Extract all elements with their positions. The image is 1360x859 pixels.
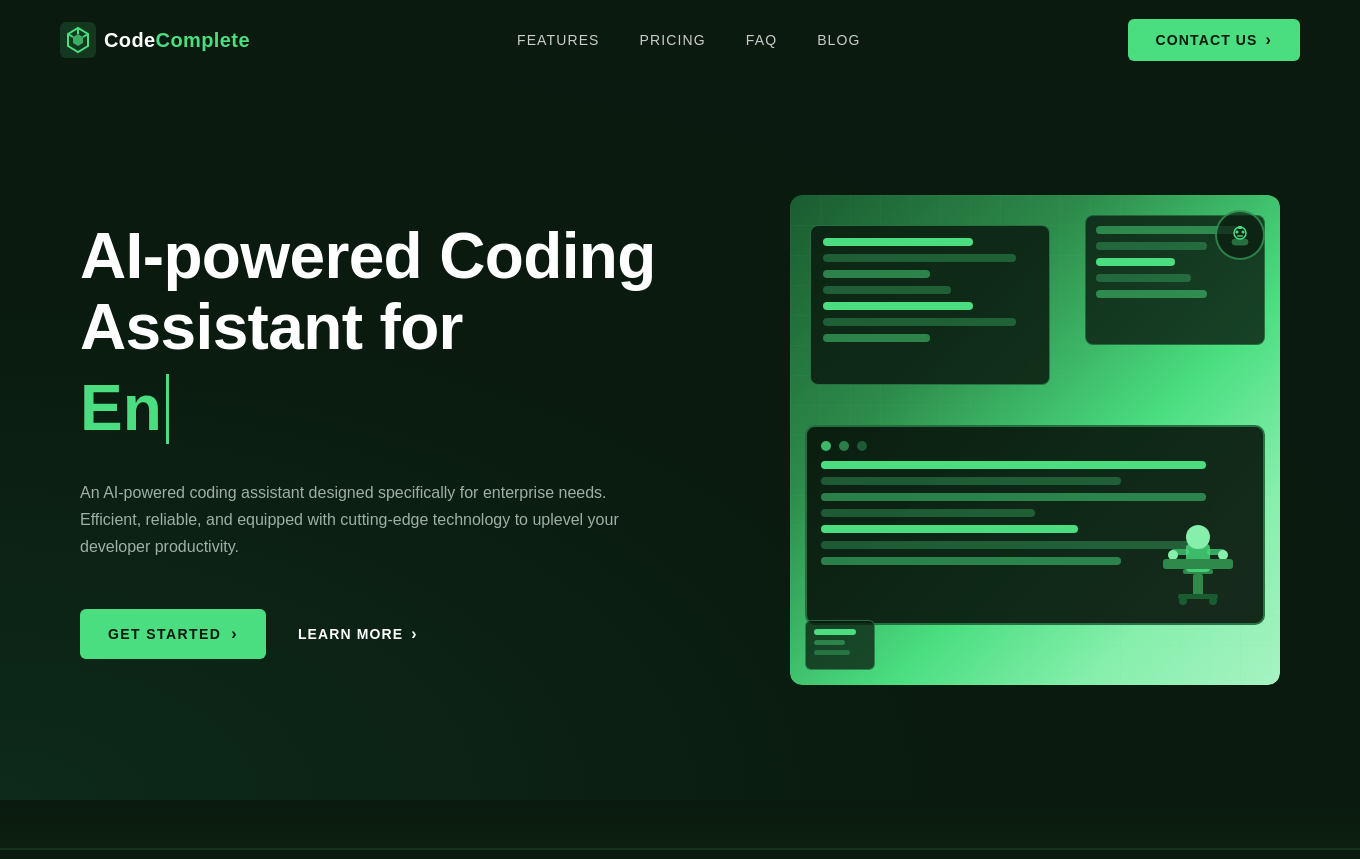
learn-more-label: LEARN MORE xyxy=(298,626,403,642)
person-illustration xyxy=(1153,499,1243,609)
contact-us-button[interactable]: CONTACT US › xyxy=(1128,19,1300,61)
hero-section: AI-powered Coding Assistant for En An AI… xyxy=(0,80,1360,800)
get-started-arrow: › xyxy=(231,625,238,643)
text-cursor xyxy=(166,374,169,444)
hero-illustration xyxy=(790,195,1280,685)
svg-rect-22 xyxy=(1238,226,1242,229)
hero-image xyxy=(790,195,1280,685)
illus-monitor xyxy=(805,425,1265,625)
svg-point-9 xyxy=(1179,597,1187,605)
bottom-wave xyxy=(0,800,1360,850)
svg-point-20 xyxy=(1242,231,1245,234)
logo-icon xyxy=(60,22,96,58)
svg-rect-17 xyxy=(1163,559,1233,569)
nav-links: FEATURES PRICING FAQ BLOG xyxy=(517,31,861,49)
svg-point-15 xyxy=(1168,550,1178,560)
learn-more-button[interactable]: LEARN MORE › xyxy=(298,625,418,643)
nav-faq[interactable]: FAQ xyxy=(746,32,777,48)
get-started-button[interactable]: GET STARTED › xyxy=(80,609,266,659)
logo-code-text: Code xyxy=(104,29,156,51)
nav-blog[interactable]: BLOG xyxy=(817,32,860,48)
contact-label: CONTACT US xyxy=(1156,32,1258,48)
nav-features[interactable]: FEATURES xyxy=(517,32,600,48)
hero-buttons: GET STARTED › LEARN MORE › xyxy=(80,609,740,659)
svg-point-12 xyxy=(1186,525,1210,549)
navbar: CodeComplete FEATURES PRICING FAQ BLOG C… xyxy=(0,0,1360,80)
hero-title-line1: AI-powered Coding Assistant for xyxy=(80,221,740,362)
svg-rect-21 xyxy=(1237,235,1243,237)
svg-point-10 xyxy=(1209,597,1217,605)
hero-description: An AI-powered coding assistant designed … xyxy=(80,479,660,561)
svg-rect-23 xyxy=(1232,239,1248,245)
illus-screen-main xyxy=(810,225,1050,385)
nav-right: CONTACT US › xyxy=(1128,19,1300,61)
get-started-label: GET STARTED xyxy=(108,626,221,642)
svg-point-19 xyxy=(1236,231,1239,234)
logo-link[interactable]: CodeComplete xyxy=(60,22,250,58)
robot-icon xyxy=(1215,210,1265,260)
hero-title-animated: En xyxy=(80,370,740,447)
learn-more-arrow: › xyxy=(411,625,417,643)
nav-pricing[interactable]: PRICING xyxy=(640,32,706,48)
hero-content: AI-powered Coding Assistant for En An AI… xyxy=(80,221,740,658)
logo-complete-text: Complete xyxy=(156,29,250,51)
mini-card xyxy=(805,620,875,670)
svg-point-16 xyxy=(1218,550,1228,560)
contact-arrow: › xyxy=(1266,31,1272,49)
